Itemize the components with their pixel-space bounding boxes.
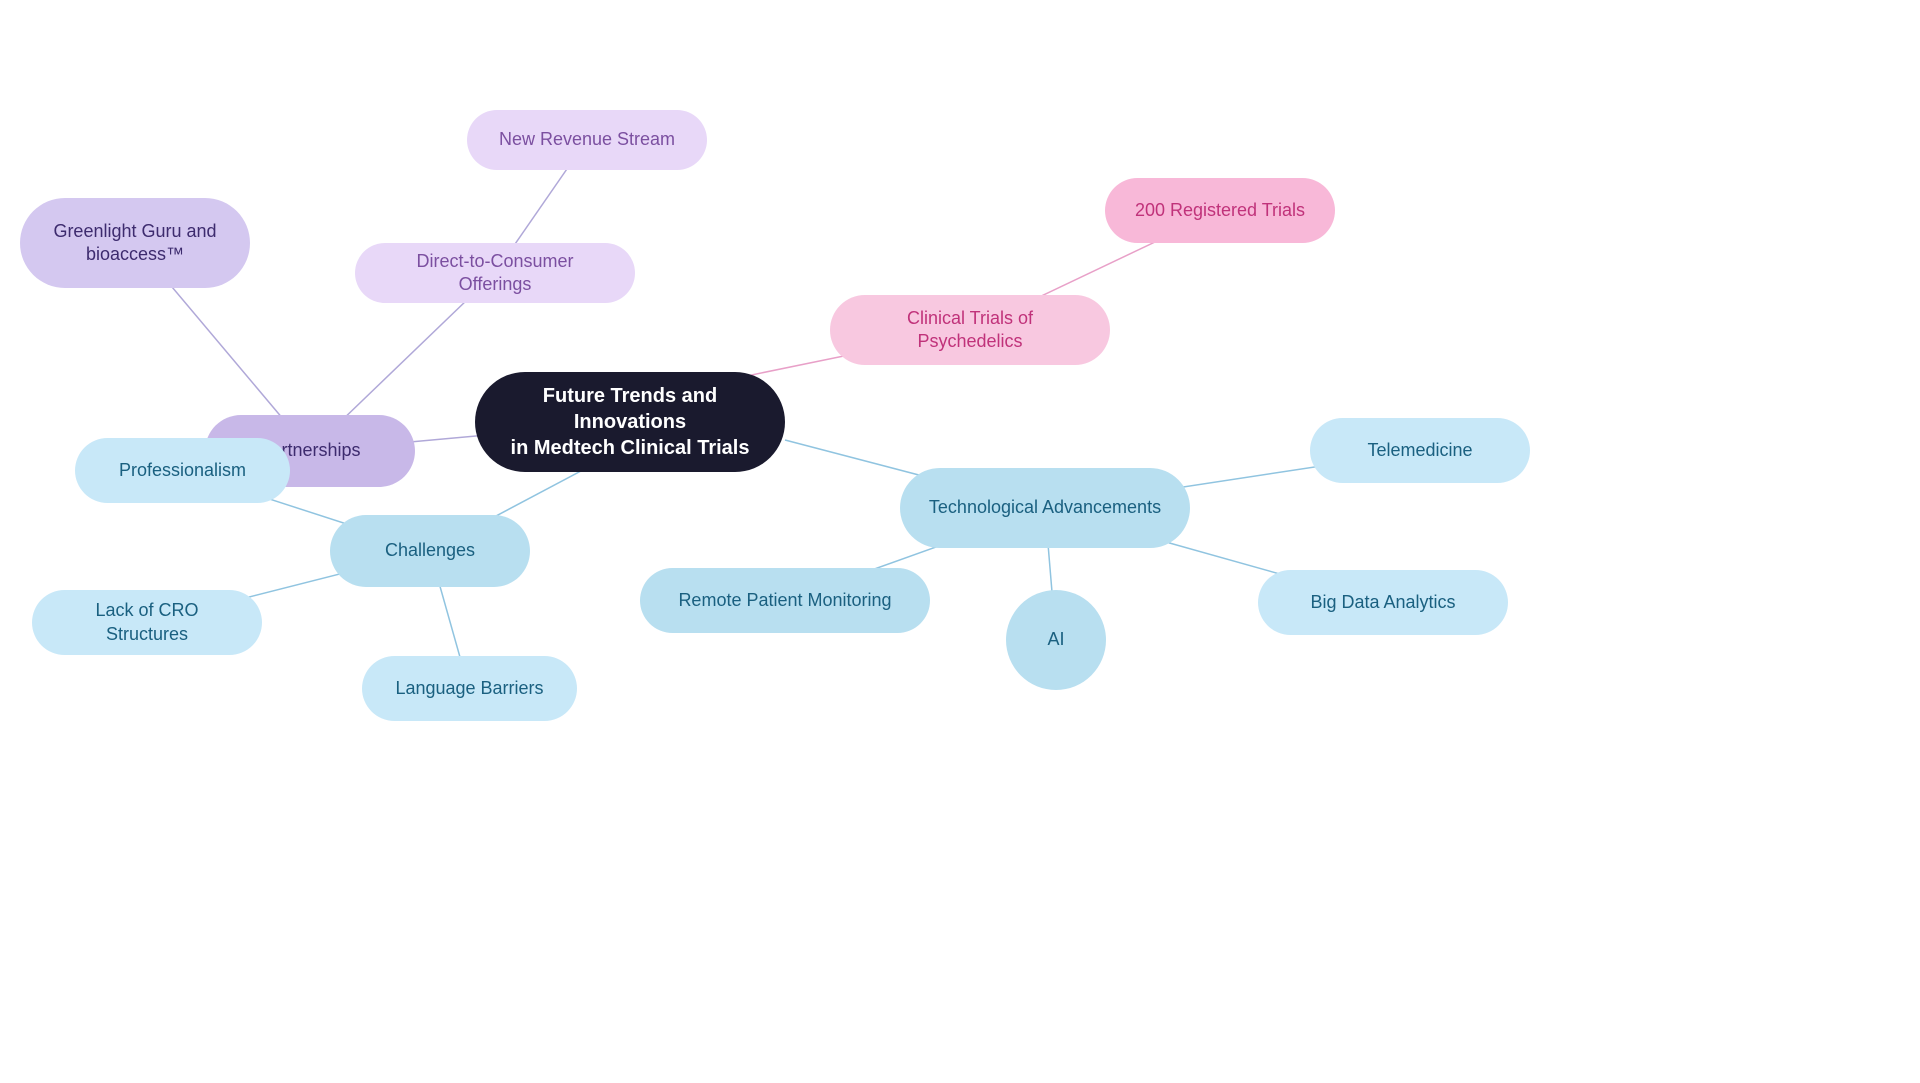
challenges-node: Challenges [330,515,530,587]
tech-advancements-node: Technological Advancements [900,468,1190,548]
revenue-node: New Revenue Stream [467,110,707,170]
direct-consumer-node: Direct-to-Consumer Offerings [355,243,635,303]
professionalism-node: Professionalism [75,438,290,503]
remote-monitoring-node: Remote Patient Monitoring [640,568,930,633]
greenlight-node: Greenlight Guru and bioaccess™ [20,198,250,288]
bigdata-node: Big Data Analytics [1258,570,1508,635]
clinical-trials-node: Clinical Trials of Psychedelics [830,295,1110,365]
language-barriers-node: Language Barriers [362,656,577,721]
ai-node: AI [1006,590,1106,690]
telemedicine-node: Telemedicine [1310,418,1530,483]
center-node: Future Trends and Innovations in Medtech… [475,372,785,472]
200-trials-node: 200 Registered Trials [1105,178,1335,243]
lackcro-node: Lack of CRO Structures [32,590,262,655]
